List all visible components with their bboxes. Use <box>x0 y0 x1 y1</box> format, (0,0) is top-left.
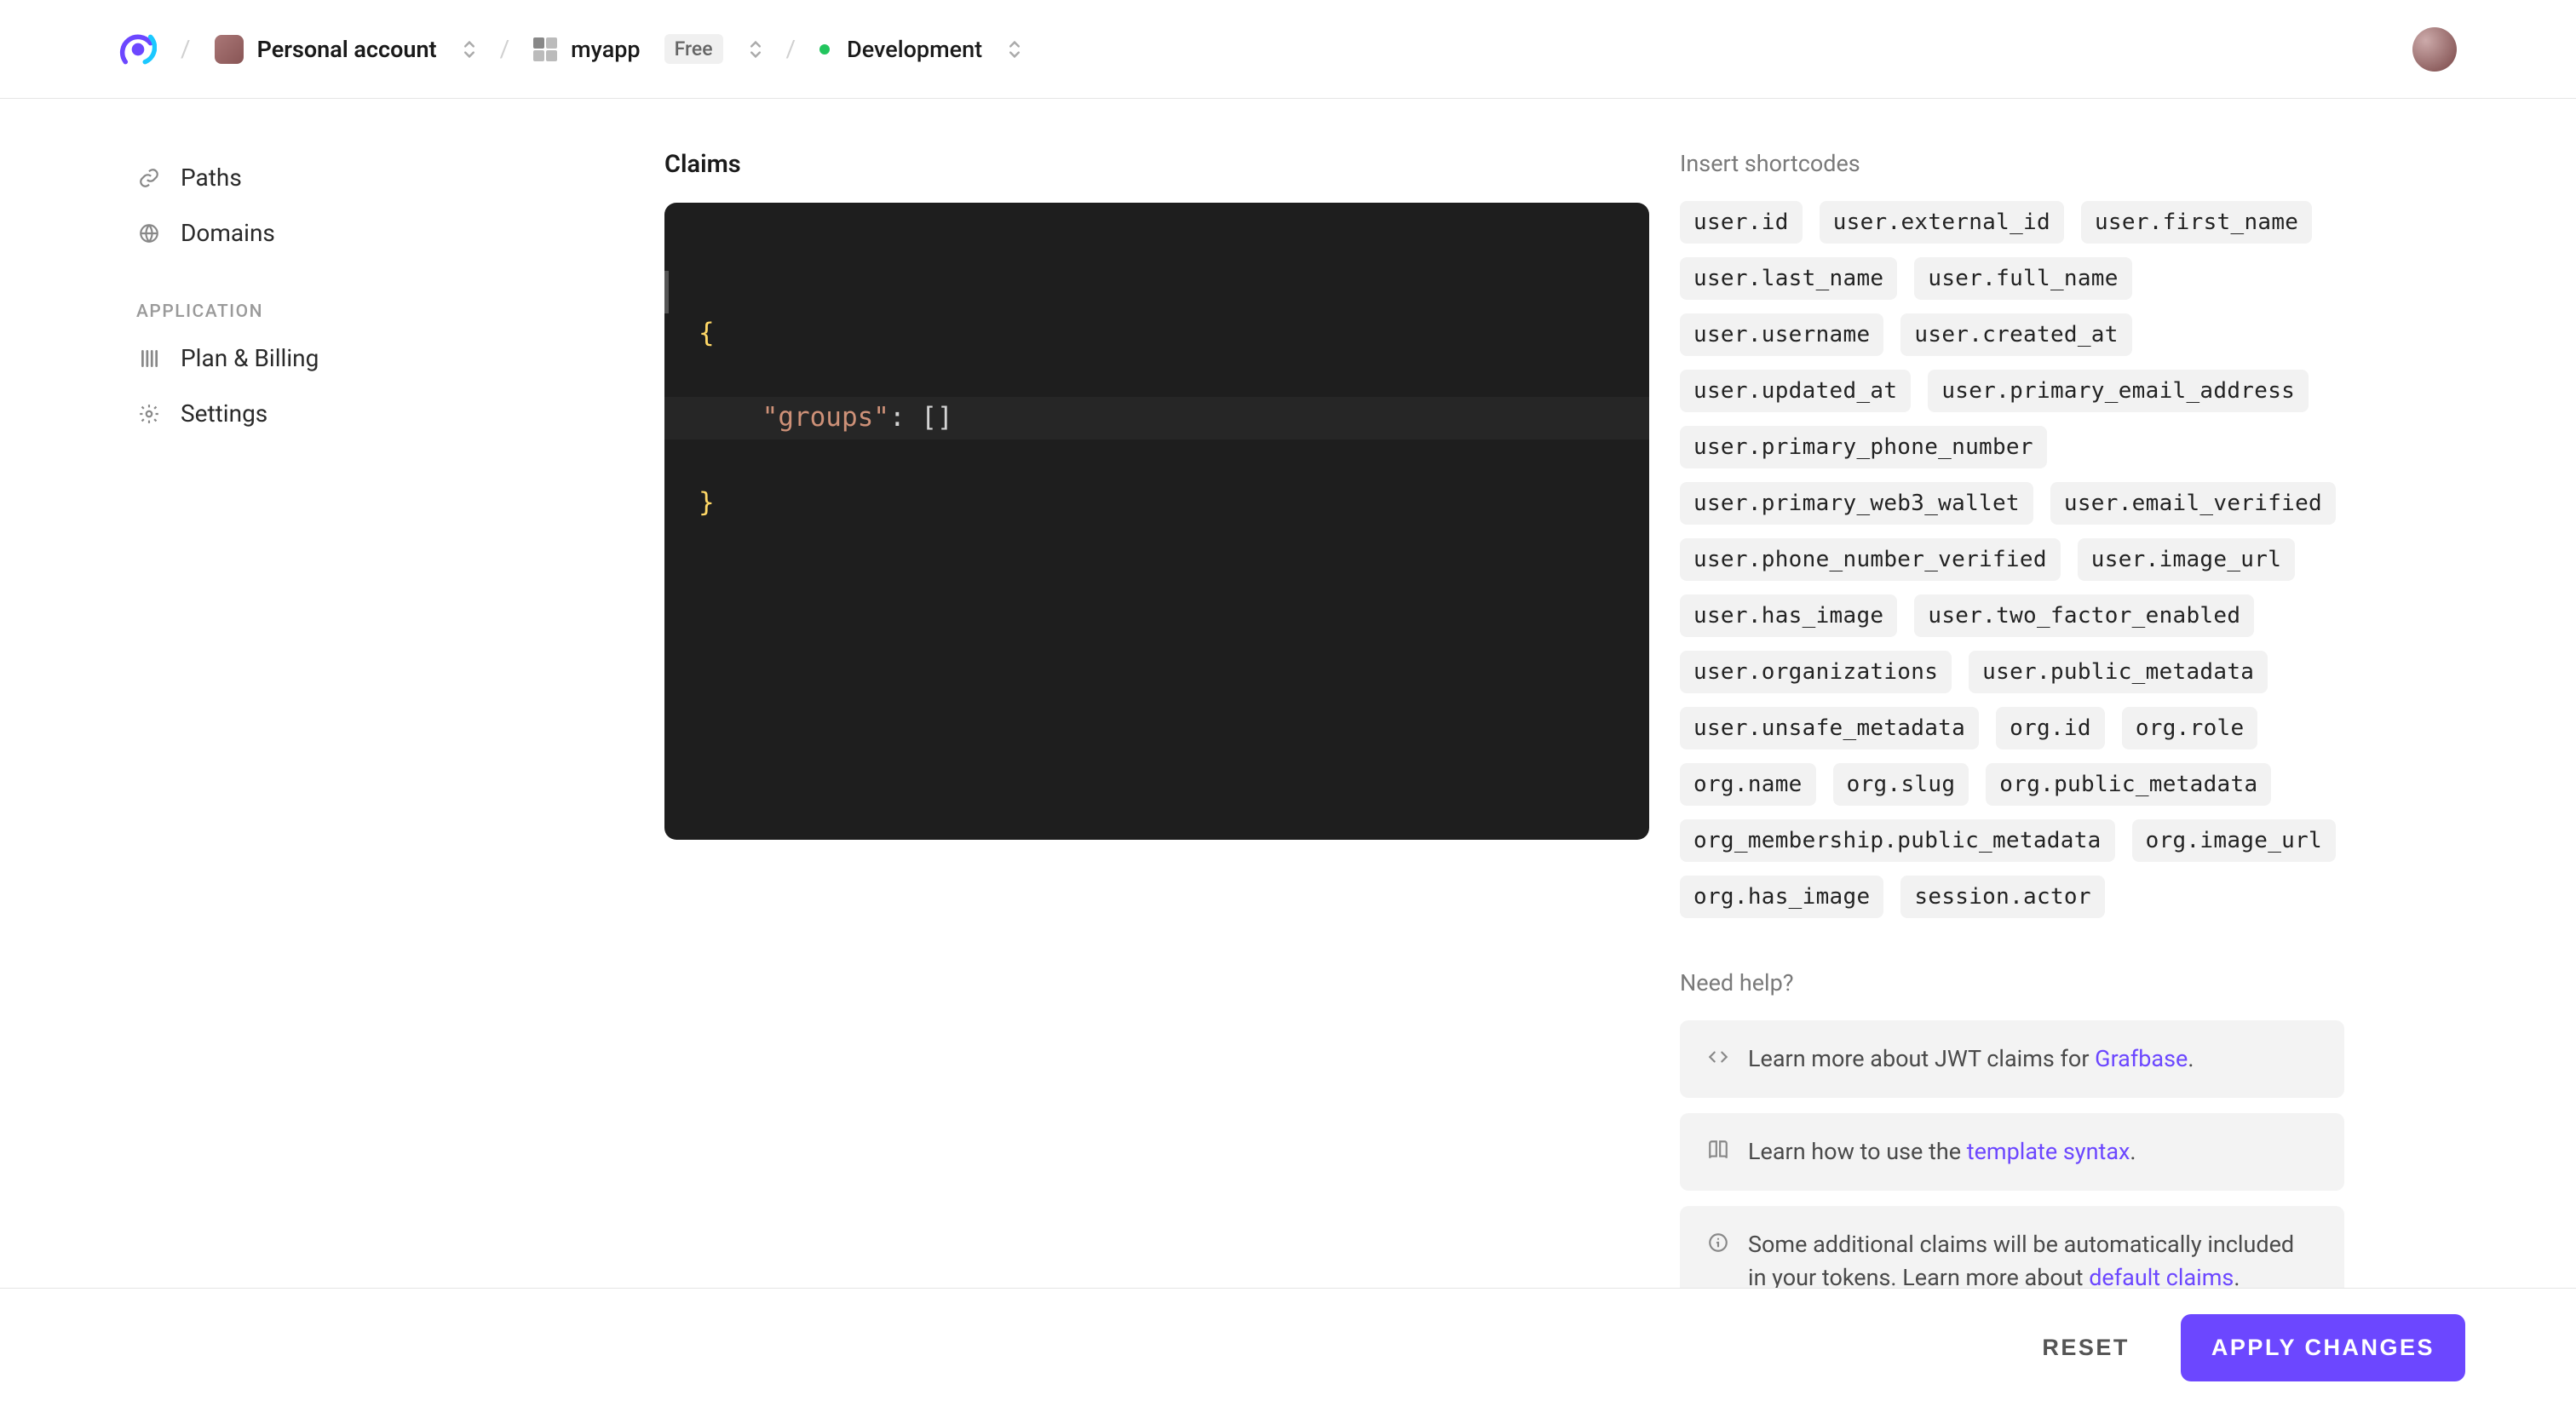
logo[interactable] <box>119 31 157 68</box>
globe-icon <box>136 221 162 246</box>
gear-icon <box>136 401 162 427</box>
app-switcher[interactable]: myapp Free <box>533 34 762 64</box>
plan-badge: Free <box>664 34 723 64</box>
shortcode-chip[interactable]: org.image_url <box>2132 819 2336 862</box>
environment-switcher[interactable]: Development <box>819 36 1021 63</box>
main-content: Claims { "groups": [] } Insert shortcode… <box>426 99 2576 1407</box>
shortcode-chip[interactable]: user.image_url <box>2078 538 2295 581</box>
shortcode-chip[interactable]: user.organizations <box>1680 651 1952 693</box>
shortcode-chip-list: user.id user.external_id user.first_nameus… <box>1680 201 2344 918</box>
help-text: Learn how to use the template syntax. <box>1748 1135 2136 1169</box>
sidebar-item-settings[interactable]: Settings <box>136 386 392 441</box>
plan-icon <box>136 346 162 371</box>
shortcode-chip[interactable]: org.role <box>2122 707 2258 749</box>
account-switcher[interactable]: Personal account <box>215 35 476 64</box>
shortcode-chip[interactable]: org.has_image <box>1680 876 1883 918</box>
link-icon <box>136 165 162 191</box>
help-card-grafbase[interactable]: Learn more about JWT claims for Grafbase… <box>1680 1020 2344 1098</box>
sidebar-section-application: APPLICATION <box>136 302 392 322</box>
help-text: Learn more about JWT claims for Grafbase… <box>1748 1042 2194 1076</box>
breadcrumb-sep: / <box>786 35 796 63</box>
shortcode-chip[interactable]: org.id <box>1996 707 2105 749</box>
book-icon <box>1707 1139 1729 1161</box>
shortcode-chip[interactable]: user.username <box>1680 313 1883 356</box>
sidebar-item-domains[interactable]: Domains <box>136 205 392 261</box>
shortcode-chip[interactable]: user.external_id <box>1820 201 2064 244</box>
account-avatar <box>215 35 244 64</box>
sidebar-item-label: Settings <box>181 399 267 428</box>
footer-bar: RESET APPLY CHANGES <box>0 1288 2576 1407</box>
shortcode-chip[interactable]: user.full_name <box>1914 257 2131 300</box>
info-icon <box>1707 1232 1729 1254</box>
app-icon <box>533 37 557 61</box>
shortcode-chip[interactable]: org_membership.public_metadata <box>1680 819 2115 862</box>
sidebar-item-paths[interactable]: Paths <box>136 150 392 205</box>
shortcode-chip[interactable]: org.slug <box>1833 763 1969 806</box>
help-card-template-syntax[interactable]: Learn how to use the template syntax. <box>1680 1113 2344 1191</box>
sidebar: Paths Domains APPLICATION Plan & Billing… <box>0 99 426 1407</box>
shortcode-chip[interactable]: user.primary_phone_number <box>1680 426 2047 468</box>
claims-title: Claims <box>664 150 1649 179</box>
breadcrumb-sep: / <box>500 35 510 63</box>
shortcode-chip[interactable]: user.has_image <box>1680 594 1897 637</box>
chevron-updown-icon <box>463 39 476 60</box>
sidebar-item-label: Plan & Billing <box>181 344 319 372</box>
editor-gutter-highlight <box>664 271 669 313</box>
status-dot-icon <box>819 44 830 55</box>
environment-label: Development <box>847 36 982 63</box>
shortcode-chip[interactable]: user.updated_at <box>1680 370 1911 412</box>
reset-button[interactable]: RESET <box>2042 1335 2130 1361</box>
shortcode-chip[interactable]: org.name <box>1680 763 1816 806</box>
help-text: Some additional claims will be automatic… <box>1748 1228 2317 1295</box>
sidebar-item-plan-billing[interactable]: Plan & Billing <box>136 330 392 386</box>
app-name: myapp <box>571 36 640 63</box>
shortcode-chip[interactable]: user.public_metadata <box>1969 651 2268 693</box>
shortcode-chip[interactable]: user.two_factor_enabled <box>1914 594 2254 637</box>
claims-editor[interactable]: { "groups": [] } <box>664 203 1649 840</box>
user-avatar[interactable] <box>2412 27 2457 72</box>
chevron-updown-icon <box>749 39 762 60</box>
account-label: Personal account <box>257 36 437 63</box>
shortcode-chip[interactable]: user.primary_web3_wallet <box>1680 482 2033 525</box>
code-icon <box>1707 1046 1729 1068</box>
shortcode-chip[interactable]: session.actor <box>1900 876 2104 918</box>
help-title: Need help? <box>1680 969 2344 996</box>
clerk-logo-icon <box>119 31 157 68</box>
shortcode-chip[interactable]: user.primary_email_address <box>1928 370 2309 412</box>
breadcrumb-sep: / <box>181 35 191 63</box>
help-link[interactable]: template syntax <box>1967 1138 2130 1165</box>
shortcodes-title: Insert shortcodes <box>1680 150 2344 177</box>
chevron-updown-icon <box>1008 39 1021 60</box>
shortcode-chip[interactable]: user.created_at <box>1900 313 2131 356</box>
shortcode-chip[interactable]: user.phone_number_verified <box>1680 538 2061 581</box>
top-bar: / Personal account / myapp Free / Develo… <box>0 0 2576 99</box>
shortcode-chip[interactable]: user.email_verified <box>2050 482 2336 525</box>
apply-changes-button[interactable]: APPLY CHANGES <box>2181 1314 2465 1381</box>
shortcode-chip[interactable]: org.public_metadata <box>1986 763 2271 806</box>
shortcode-chip[interactable]: user.id <box>1680 201 1803 244</box>
sidebar-item-label: Domains <box>181 219 275 247</box>
shortcode-chip[interactable]: user.unsafe_metadata <box>1680 707 1979 749</box>
sidebar-item-label: Paths <box>181 164 242 192</box>
shortcode-chip[interactable]: user.last_name <box>1680 257 1897 300</box>
help-link[interactable]: Grafbase <box>2095 1045 2188 1072</box>
shortcode-chip[interactable]: user.first_name <box>2081 201 2312 244</box>
